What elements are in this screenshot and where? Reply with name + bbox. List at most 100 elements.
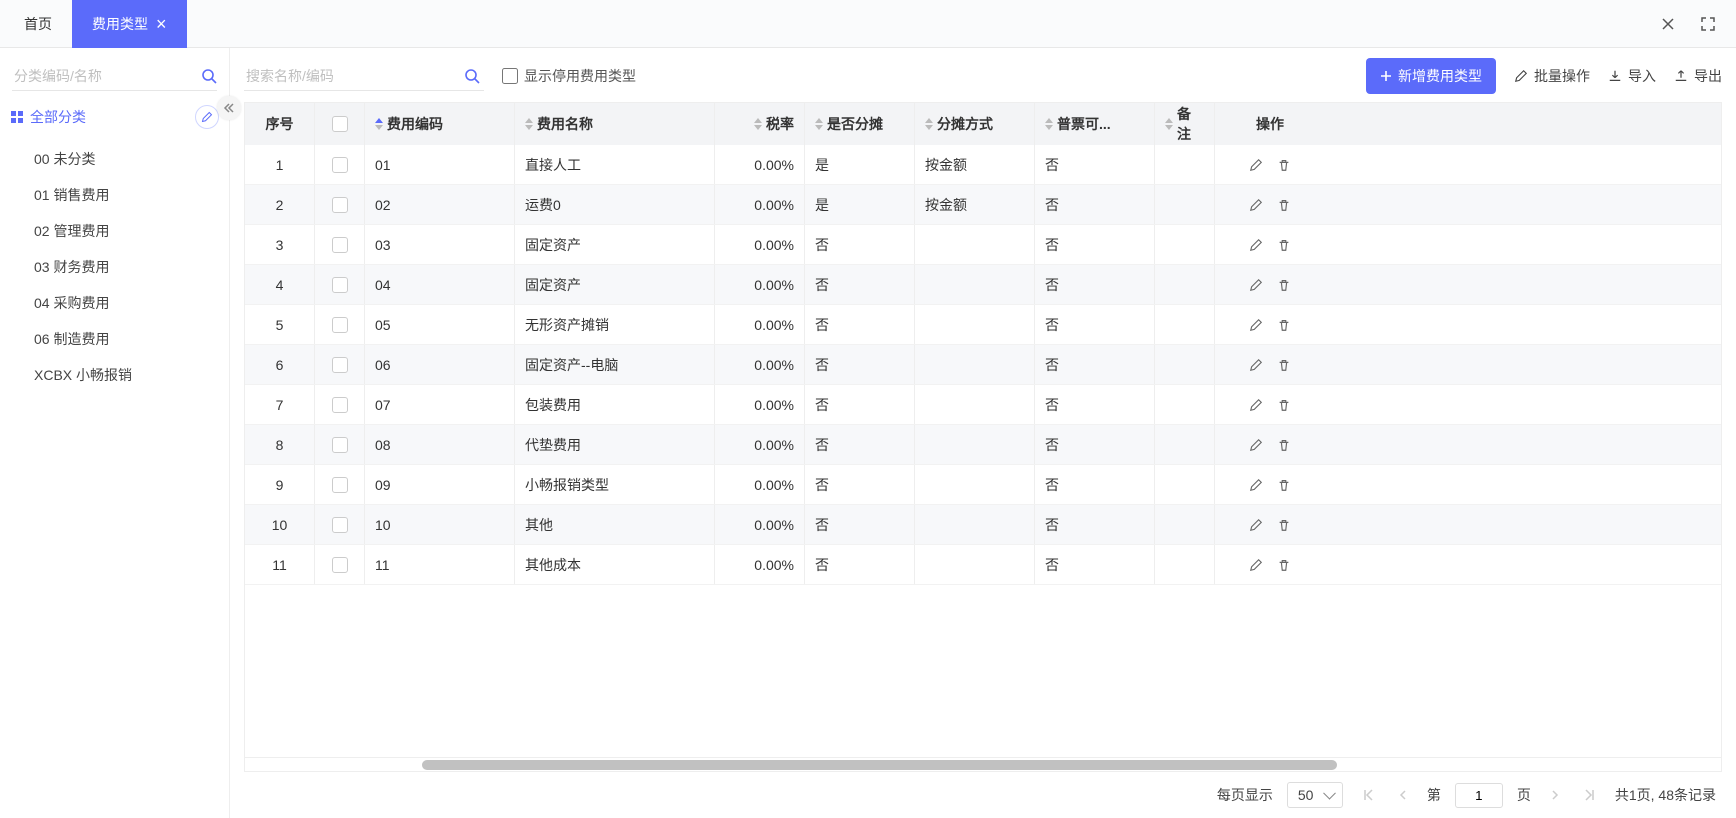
close-icon[interactable]: × [156,15,167,33]
col-name[interactable]: 费用名称 [515,103,715,145]
sidebar-search-input[interactable] [12,62,197,90]
export-button[interactable]: 导出 [1674,66,1722,86]
row-checkbox[interactable] [332,517,348,533]
row-checkbox[interactable] [332,277,348,293]
collapse-sidebar-button[interactable] [217,96,241,120]
edit-category-button[interactable] [195,105,219,129]
col-ticket[interactable]: 普票可... [1035,103,1155,145]
row-checkbox[interactable] [332,477,348,493]
row-checkbox[interactable] [332,317,348,333]
delete-row-button[interactable] [1277,358,1291,372]
page-suffix: 页 [1517,785,1531,805]
sidebar-item[interactable]: 03 财务费用 [0,249,229,285]
delete-row-button[interactable] [1277,478,1291,492]
edit-row-button[interactable] [1249,478,1263,492]
prev-page-button[interactable] [1393,787,1413,803]
fullscreen-button[interactable] [1692,8,1724,40]
col-checkbox[interactable] [315,103,365,145]
horizontal-scrollbar[interactable] [245,757,1721,771]
add-expense-type-button[interactable]: 新增费用类型 [1366,58,1496,94]
table-row: 404固定资产0.00%否否 [245,265,1721,305]
delete-row-button[interactable] [1277,438,1291,452]
row-checkbox[interactable] [332,397,348,413]
delete-row-button[interactable] [1277,558,1291,572]
delete-row-button[interactable] [1277,198,1291,212]
tab-expense-type[interactable]: 费用类型 × [72,0,187,48]
import-button[interactable]: 导入 [1608,66,1656,86]
col-method[interactable]: 分摊方式 [915,103,1035,145]
cell-rate: 0.00% [715,385,805,424]
delete-row-button[interactable] [1277,158,1291,172]
show-disabled-checkbox[interactable]: 显示停用费用类型 [502,66,636,86]
edit-row-button[interactable] [1249,358,1263,372]
scrollbar-thumb[interactable] [422,760,1337,770]
edit-row-button[interactable] [1249,278,1263,292]
edit-row-button[interactable] [1249,318,1263,332]
cell-share: 否 [805,385,915,424]
delete-row-button[interactable] [1277,398,1291,412]
search-icon[interactable] [460,64,484,88]
sort-icon [525,118,533,130]
delete-row-button[interactable] [1277,318,1291,332]
main-search-input[interactable] [244,62,460,90]
edit-row-button[interactable] [1249,558,1263,572]
search-icon[interactable] [197,64,221,88]
cell-rate: 0.00% [715,265,805,304]
delete-row-button[interactable] [1277,278,1291,292]
category-root[interactable]: 全部分类 [0,97,229,137]
page-prefix: 第 [1427,785,1441,805]
cell-note [1155,225,1215,264]
edit-row-button[interactable] [1249,158,1263,172]
edit-row-button[interactable] [1249,238,1263,252]
cell-name: 其他成本 [515,545,715,584]
row-checkbox[interactable] [332,437,348,453]
col-seq[interactable]: 序号 [245,103,315,145]
batch-operation-button[interactable]: 批量操作 [1514,66,1590,86]
sidebar-item[interactable]: 01 销售费用 [0,177,229,213]
cell-rate: 0.00% [715,345,805,384]
row-checkbox[interactable] [332,197,348,213]
tab-home[interactable]: 首页 [4,0,72,48]
chevron-right-icon [1549,789,1561,801]
sidebar-item[interactable]: XCBX 小畅报销 [0,357,229,393]
sidebar-item[interactable]: 04 采购费用 [0,285,229,321]
sidebar-item[interactable]: 00 未分类 [0,141,229,177]
edit-row-button[interactable] [1249,198,1263,212]
cell-op [1215,265,1325,304]
row-checkbox[interactable] [332,357,348,373]
cell-method [915,465,1035,504]
cell-ticket: 否 [1035,505,1155,544]
cell-note [1155,185,1215,224]
edit-row-button[interactable] [1249,438,1263,452]
cell-method: 按金额 [915,145,1035,184]
sidebar-item-label: XCBX 小畅报销 [34,367,132,383]
cell-note [1155,345,1215,384]
table-row: 101直接人工0.00%是按金额否 [245,145,1721,185]
first-page-button[interactable] [1357,786,1379,804]
show-disabled-input[interactable] [502,68,518,84]
row-checkbox[interactable] [332,237,348,253]
delete-row-button[interactable] [1277,238,1291,252]
last-page-button[interactable] [1579,786,1601,804]
row-checkbox[interactable] [332,557,348,573]
per-page-select[interactable]: 50 [1287,782,1343,808]
sidebar-item[interactable]: 06 制造费用 [0,321,229,357]
next-page-button[interactable] [1545,787,1565,803]
col-code[interactable]: 费用编码 [365,103,515,145]
chevron-left-icon [1397,789,1409,801]
edit-row-button[interactable] [1249,398,1263,412]
col-share[interactable]: 是否分摊 [805,103,915,145]
cell-rate: 0.00% [715,185,805,224]
table-row: 303固定资产0.00%否否 [245,225,1721,265]
select-all-checkbox[interactable] [332,116,348,132]
edit-row-button[interactable] [1249,518,1263,532]
row-checkbox[interactable] [332,157,348,173]
edit-icon [1514,69,1528,83]
close-all-tabs-button[interactable] [1652,8,1684,40]
cell-op [1215,225,1325,264]
col-rate[interactable]: 税率 [715,103,805,145]
col-note[interactable]: 备注 [1155,103,1215,145]
page-input[interactable] [1455,783,1503,808]
delete-row-button[interactable] [1277,518,1291,532]
sidebar-item[interactable]: 02 管理费用 [0,213,229,249]
